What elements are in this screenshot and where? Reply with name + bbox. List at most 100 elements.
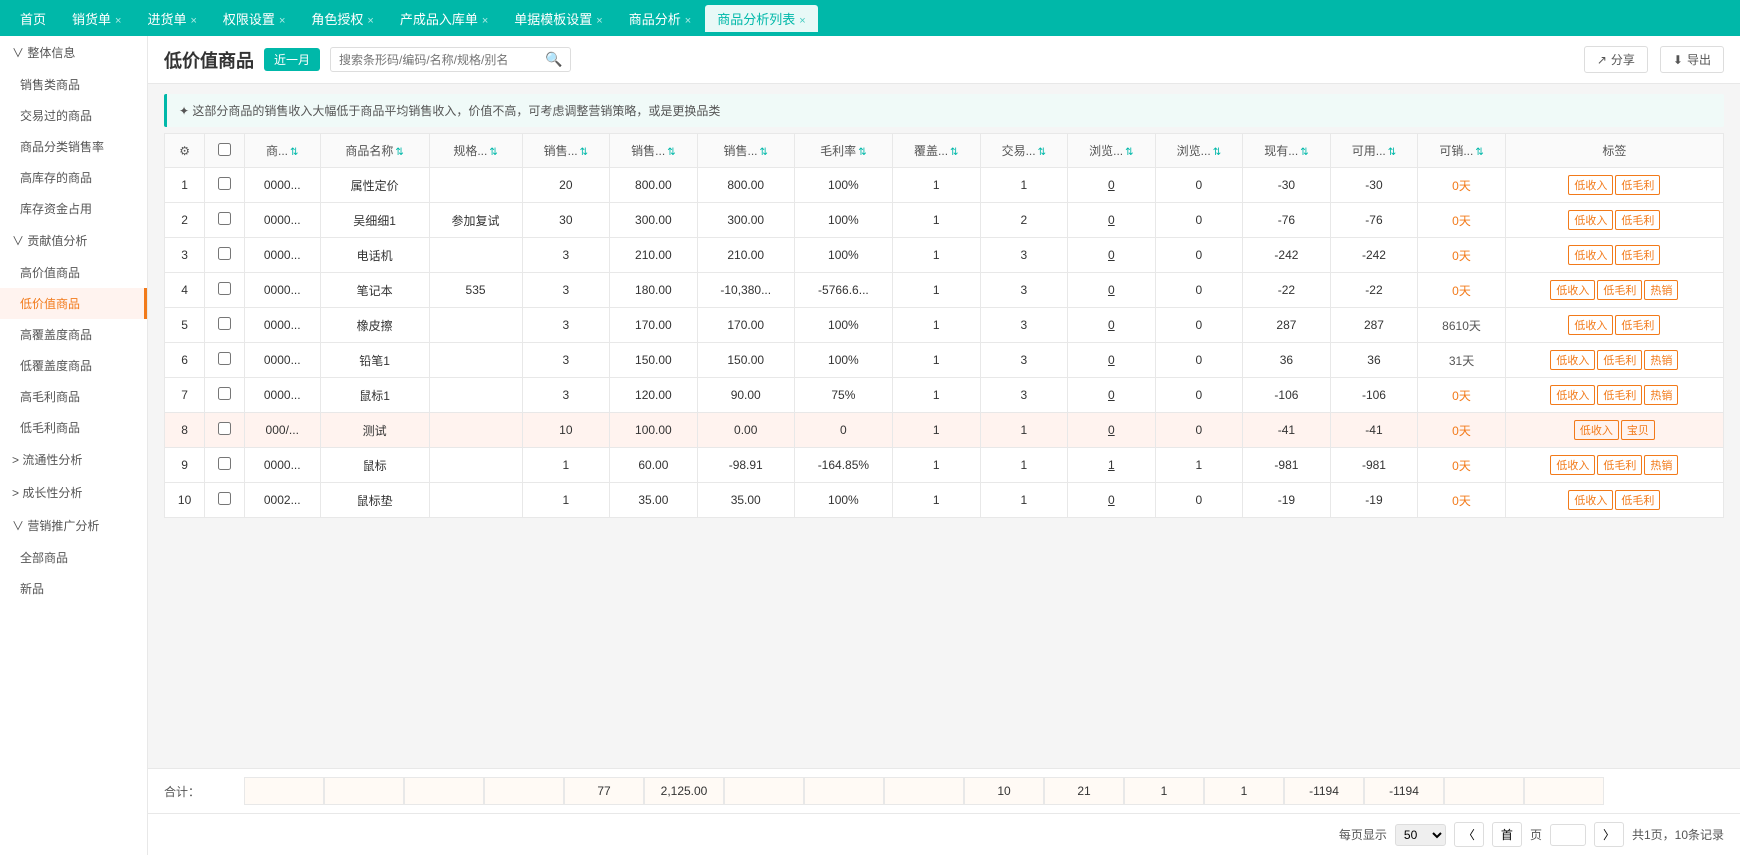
share-button[interactable]: ↗ 分享 xyxy=(1584,46,1648,73)
nav-close-icon[interactable]: × xyxy=(279,15,285,27)
row-checkbox[interactable] xyxy=(218,492,231,505)
nav-item-进货单[interactable]: 进货单× xyxy=(135,5,208,32)
sidebar-item-库存资金占用[interactable]: 库存资金占用 xyxy=(0,193,147,224)
browse-link[interactable]: 0 xyxy=(1108,283,1115,297)
select-all-checkbox[interactable] xyxy=(218,143,231,156)
browse-link[interactable]: 0 xyxy=(1108,423,1115,437)
nav-close-icon[interactable]: × xyxy=(799,15,805,27)
browse-link[interactable]: 0 xyxy=(1108,353,1115,367)
row-checkbox[interactable] xyxy=(218,387,231,400)
prev-page-button[interactable]: 〈 xyxy=(1454,822,1484,847)
sidebar-group-∨ 整体信息[interactable]: ∨ 整体信息 xyxy=(0,36,147,69)
page-input[interactable]: 1 xyxy=(1550,824,1586,846)
tag-badge-低收入: 低收入 xyxy=(1568,245,1613,265)
notice-bar: ✦ 这部分商品的销售收入大幅低于商品平均销售收入，价值不高，可考虑调整营销策略，… xyxy=(164,94,1724,127)
row-cover: 1 xyxy=(892,483,980,518)
row-tags: 低收入低毛利 xyxy=(1505,483,1723,518)
table-wrapper[interactable]: ⚙商...⇅商品名称⇅规格...⇅销售...⇅销售...⇅销售...⇅毛利率⇅覆… xyxy=(164,133,1724,768)
nav-item-产成品入库单[interactable]: 产成品入库单× xyxy=(388,5,500,32)
row-checkbox[interactable] xyxy=(218,352,231,365)
col-header-11[interactable]: 浏览...⇅ xyxy=(1068,134,1156,168)
sidebar-item-商品分类销售率[interactable]: 商品分类销售率 xyxy=(0,131,147,162)
col-header-3[interactable]: 商品名称⇅ xyxy=(320,134,429,168)
sidebar-item-高覆盖度商品[interactable]: 高覆盖度商品 xyxy=(0,319,147,350)
col-header-12[interactable]: 浏览...⇅ xyxy=(1155,134,1243,168)
nav-item-权限设置[interactable]: 权限设置× xyxy=(211,5,297,32)
row-checkbox[interactable] xyxy=(218,282,231,295)
row-days: 0天 xyxy=(1418,378,1506,413)
sidebar-group-∨ 贡献值分析[interactable]: ∨ 贡献值分析 xyxy=(0,224,147,257)
sidebar-item-全部商品[interactable]: 全部商品 xyxy=(0,542,147,573)
summary-cell-2 xyxy=(404,777,484,805)
browse-link[interactable]: 0 xyxy=(1108,493,1115,507)
row-browse1: 0 xyxy=(1068,273,1156,308)
col-header-10[interactable]: 交易...⇅ xyxy=(980,134,1068,168)
row-name: 鼠标垫 xyxy=(320,483,429,518)
sidebar-item-新品[interactable]: 新品 xyxy=(0,573,147,604)
export-button[interactable]: ⬇ 导出 xyxy=(1660,46,1724,73)
nav-item-单据模板设置[interactable]: 单据模板设置× xyxy=(502,5,614,32)
sidebar-item-交易过的商品[interactable]: 交易过的商品 xyxy=(0,100,147,131)
table-row: 90000...鼠标160.00-98.91-164.85%1111-981-9… xyxy=(165,448,1724,483)
row-spec xyxy=(429,343,522,378)
col-header-4[interactable]: 规格...⇅ xyxy=(429,134,522,168)
sidebar-item-高毛利商品[interactable]: 高毛利商品 xyxy=(0,381,147,412)
col-header-13[interactable]: 现有...⇅ xyxy=(1243,134,1331,168)
nav-item-首页[interactable]: 首页 xyxy=(8,5,58,32)
col-header-8[interactable]: 毛利率⇅ xyxy=(794,134,892,168)
nav-close-icon[interactable]: × xyxy=(367,15,373,27)
row-s3: 210.00 xyxy=(697,238,794,273)
row-checkbox[interactable] xyxy=(218,457,231,470)
sidebar-group-> 成长性分析[interactable]: > 成长性分析 xyxy=(0,476,147,509)
browse-link[interactable]: 0 xyxy=(1108,318,1115,332)
nav-close-icon[interactable]: × xyxy=(190,15,196,27)
sidebar-item-销售类商品[interactable]: 销售类商品 xyxy=(0,69,147,100)
browse-link[interactable]: 0 xyxy=(1108,213,1115,227)
nav-close-icon[interactable]: × xyxy=(596,15,602,27)
nav-close-icon[interactable]: × xyxy=(685,15,691,27)
col-header-5[interactable]: 销售...⇅ xyxy=(522,134,610,168)
row-checkbox[interactable] xyxy=(218,422,231,435)
col-header-9[interactable]: 覆盖...⇅ xyxy=(892,134,980,168)
sidebar-item-低价值商品[interactable]: 低价值商品 xyxy=(0,288,147,319)
first-page-button[interactable]: 首 xyxy=(1492,822,1522,847)
sidebar-item-高库存的商品[interactable]: 高库存的商品 xyxy=(0,162,147,193)
browse-link[interactable]: 0 xyxy=(1108,248,1115,262)
row-checkbox[interactable] xyxy=(218,317,231,330)
nav-item-角色授权[interactable]: 角色授权× xyxy=(299,5,385,32)
summary-cell-0 xyxy=(244,777,324,805)
col-header-2[interactable]: 商...⇅ xyxy=(244,134,320,168)
browse-link[interactable]: 1 xyxy=(1108,458,1115,472)
search-input[interactable] xyxy=(339,53,539,67)
col-header-15[interactable]: 可销...⇅ xyxy=(1418,134,1506,168)
sort-icon-14: ⇅ xyxy=(1388,147,1396,158)
col-header-7[interactable]: 销售...⇅ xyxy=(697,134,794,168)
col-header-14[interactable]: 可用...⇅ xyxy=(1330,134,1418,168)
nav-item-商品分析[interactable]: 商品分析× xyxy=(617,5,703,32)
row-code: 0000... xyxy=(244,308,320,343)
sidebar-group-> 流通性分析[interactable]: > 流通性分析 xyxy=(0,443,147,476)
next-page-button[interactable]: 〉 xyxy=(1594,822,1624,847)
row-profit: 100% xyxy=(794,343,892,378)
search-icon[interactable]: 🔍 xyxy=(545,51,562,68)
page-title: 低价值商品 xyxy=(164,47,254,73)
sidebar-item-低毛利商品[interactable]: 低毛利商品 xyxy=(0,412,147,443)
nav-close-icon[interactable]: × xyxy=(482,15,488,27)
row-checkbox[interactable] xyxy=(218,212,231,225)
nav-item-销货单[interactable]: 销货单× xyxy=(60,5,133,32)
nav-close-icon[interactable]: × xyxy=(115,15,121,27)
sidebar-item-高价值商品[interactable]: 高价值商品 xyxy=(0,257,147,288)
row-checkbox[interactable] xyxy=(218,247,231,260)
period-button[interactable]: 近一月 xyxy=(264,48,320,71)
per-page-select[interactable]: 50 100 200 xyxy=(1395,824,1446,846)
table-row: 8000/...测试10100.000.0001100-41-410天低收入宝贝 xyxy=(165,413,1724,448)
sidebar-item-低覆盖度商品[interactable]: 低覆盖度商品 xyxy=(0,350,147,381)
settings-icon[interactable]: ⚙ xyxy=(179,144,190,158)
sidebar-group-∨ 营销推广分析[interactable]: ∨ 营销推广分析 xyxy=(0,509,147,542)
col-header-6[interactable]: 销售...⇅ xyxy=(610,134,698,168)
row-checkbox[interactable] xyxy=(218,177,231,190)
col-header-16[interactable]: 标签 xyxy=(1505,134,1723,168)
browse-link[interactable]: 0 xyxy=(1108,178,1115,192)
nav-item-商品分析列表[interactable]: 商品分析列表× xyxy=(705,5,817,32)
browse-link[interactable]: 0 xyxy=(1108,388,1115,402)
